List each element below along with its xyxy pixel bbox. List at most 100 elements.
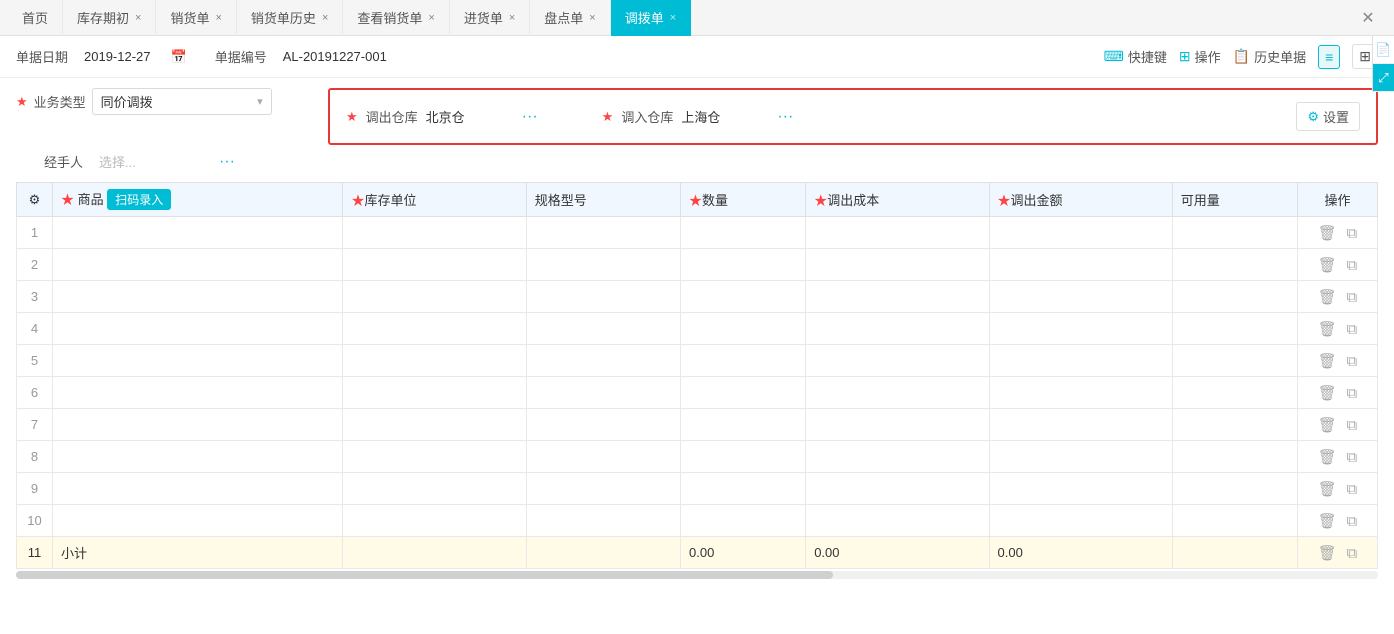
cell-spec[interactable] xyxy=(526,409,680,441)
copy-icon[interactable]: ⧉ xyxy=(1346,513,1357,530)
cell-qty[interactable] xyxy=(681,377,806,409)
target-warehouse-more[interactable]: ··· xyxy=(777,108,793,126)
delete-icon[interactable]: 🗑 xyxy=(1318,257,1337,274)
tab-view-sales-close[interactable]: × xyxy=(428,12,434,24)
delete-icon[interactable]: 🗑 xyxy=(1318,321,1337,338)
cell-amount[interactable] xyxy=(989,281,1172,313)
cell-spec[interactable] xyxy=(526,313,680,345)
scan-button[interactable]: 扫码录入 xyxy=(107,189,171,210)
cell-cost[interactable] xyxy=(806,217,989,249)
cell-qty[interactable] xyxy=(681,441,806,473)
cell-available[interactable] xyxy=(1172,249,1297,281)
cell-product[interactable] xyxy=(53,377,343,409)
cell-amount[interactable] xyxy=(989,473,1172,505)
cell-product[interactable]: 小计 xyxy=(53,537,343,569)
cell-amount[interactable] xyxy=(989,441,1172,473)
cell-unit[interactable] xyxy=(343,249,526,281)
delete-icon[interactable]: 🗑 xyxy=(1318,289,1337,306)
copy-icon[interactable]: ⧉ xyxy=(1346,545,1357,562)
delete-icon[interactable]: 🗑 xyxy=(1318,513,1337,530)
cell-spec[interactable] xyxy=(526,441,680,473)
cell-amount[interactable] xyxy=(989,249,1172,281)
operation-button[interactable]: ⊞ 操作 xyxy=(1179,47,1221,66)
cell-spec[interactable] xyxy=(526,217,680,249)
set-button[interactable]: ⚙ 设置 xyxy=(1296,102,1360,131)
cell-cost[interactable] xyxy=(806,473,989,505)
tab-transfer-close[interactable]: × xyxy=(670,12,676,24)
tab-sales-history-close[interactable]: × xyxy=(322,12,328,24)
copy-icon[interactable]: ⧉ xyxy=(1346,225,1357,242)
cell-product[interactable] xyxy=(53,409,343,441)
cell-spec[interactable] xyxy=(526,537,680,569)
cell-cost[interactable]: 0.00 xyxy=(806,537,989,569)
window-close-button[interactable]: ✕ xyxy=(1350,0,1386,36)
cell-qty[interactable] xyxy=(681,409,806,441)
tab-stocktake[interactable]: 盘点单 × xyxy=(530,0,610,36)
cell-available[interactable] xyxy=(1172,377,1297,409)
cell-unit[interactable] xyxy=(343,313,526,345)
cell-product[interactable] xyxy=(53,473,343,505)
copy-icon[interactable]: ⧉ xyxy=(1346,385,1357,402)
cell-product[interactable] xyxy=(53,249,343,281)
copy-icon[interactable]: ⧉ xyxy=(1346,481,1357,498)
operator-more[interactable]: ··· xyxy=(219,153,235,171)
copy-icon[interactable]: ⧉ xyxy=(1346,449,1357,466)
cell-available[interactable] xyxy=(1172,537,1297,569)
col-gear[interactable]: ⚙ xyxy=(17,183,53,217)
shortcut-button[interactable]: ⌨ 快捷键 xyxy=(1104,47,1167,66)
cell-cost[interactable] xyxy=(806,281,989,313)
cell-unit[interactable] xyxy=(343,217,526,249)
side-doc-icon[interactable]: 📄 xyxy=(1373,36,1394,64)
cell-cost[interactable] xyxy=(806,441,989,473)
delete-icon[interactable]: 🗑 xyxy=(1318,385,1337,402)
cell-available[interactable] xyxy=(1172,473,1297,505)
tab-home[interactable]: 首页 xyxy=(8,0,63,36)
cell-product[interactable] xyxy=(53,441,343,473)
tab-sales-order-close[interactable]: × xyxy=(215,12,221,24)
delete-icon[interactable]: 🗑 xyxy=(1318,417,1337,434)
cell-qty[interactable] xyxy=(681,281,806,313)
cell-product[interactable] xyxy=(53,505,343,537)
tab-stocktake-close[interactable]: × xyxy=(589,12,595,24)
source-warehouse-more[interactable]: ··· xyxy=(522,108,538,126)
cell-product[interactable] xyxy=(53,313,343,345)
biz-type-select[interactable]: 同价调拨 ▾ xyxy=(92,88,272,115)
copy-icon[interactable]: ⧉ xyxy=(1346,353,1357,370)
tab-sales-history[interactable]: 销货单历史 × xyxy=(237,0,343,36)
cell-amount[interactable] xyxy=(989,345,1172,377)
tab-transfer[interactable]: 调拨单 × xyxy=(611,0,691,36)
cell-cost[interactable] xyxy=(806,505,989,537)
cell-qty[interactable] xyxy=(681,217,806,249)
cell-qty[interactable]: 0.00 xyxy=(681,537,806,569)
cell-available[interactable] xyxy=(1172,505,1297,537)
cell-unit[interactable] xyxy=(343,281,526,313)
cell-amount[interactable] xyxy=(989,409,1172,441)
tab-purchase-close[interactable]: × xyxy=(509,12,515,24)
copy-icon[interactable]: ⧉ xyxy=(1346,321,1357,338)
cell-amount[interactable]: 0.00 xyxy=(989,537,1172,569)
operator-select[interactable]: 选择... xyxy=(91,149,211,174)
copy-icon[interactable]: ⧉ xyxy=(1346,417,1357,434)
tab-sales-order[interactable]: 销货单 × xyxy=(156,0,236,36)
tab-view-sales[interactable]: 查看销货单 × xyxy=(343,0,449,36)
cell-qty[interactable] xyxy=(681,473,806,505)
delete-icon[interactable]: 🗑 xyxy=(1318,545,1337,562)
cell-spec[interactable] xyxy=(526,281,680,313)
h-scrollbar[interactable] xyxy=(16,571,1378,579)
cell-unit[interactable] xyxy=(343,473,526,505)
cell-qty[interactable] xyxy=(681,505,806,537)
cell-available[interactable] xyxy=(1172,281,1297,313)
delete-icon[interactable]: 🗑 xyxy=(1318,481,1337,498)
cell-available[interactable] xyxy=(1172,345,1297,377)
h-scrollbar-thumb[interactable] xyxy=(16,571,833,579)
tab-inventory-init[interactable]: 库存期初 × xyxy=(63,0,156,36)
delete-icon[interactable]: 🗑 xyxy=(1318,449,1337,466)
tab-inventory-init-close[interactable]: × xyxy=(135,12,141,24)
delete-icon[interactable]: 🗑 xyxy=(1318,353,1337,370)
cell-amount[interactable] xyxy=(989,313,1172,345)
cell-available[interactable] xyxy=(1172,409,1297,441)
cell-amount[interactable] xyxy=(989,505,1172,537)
cell-amount[interactable] xyxy=(989,377,1172,409)
list-view-button[interactable]: ≡ xyxy=(1318,45,1340,69)
history-button[interactable]: 📋 历史单据 xyxy=(1233,47,1306,66)
